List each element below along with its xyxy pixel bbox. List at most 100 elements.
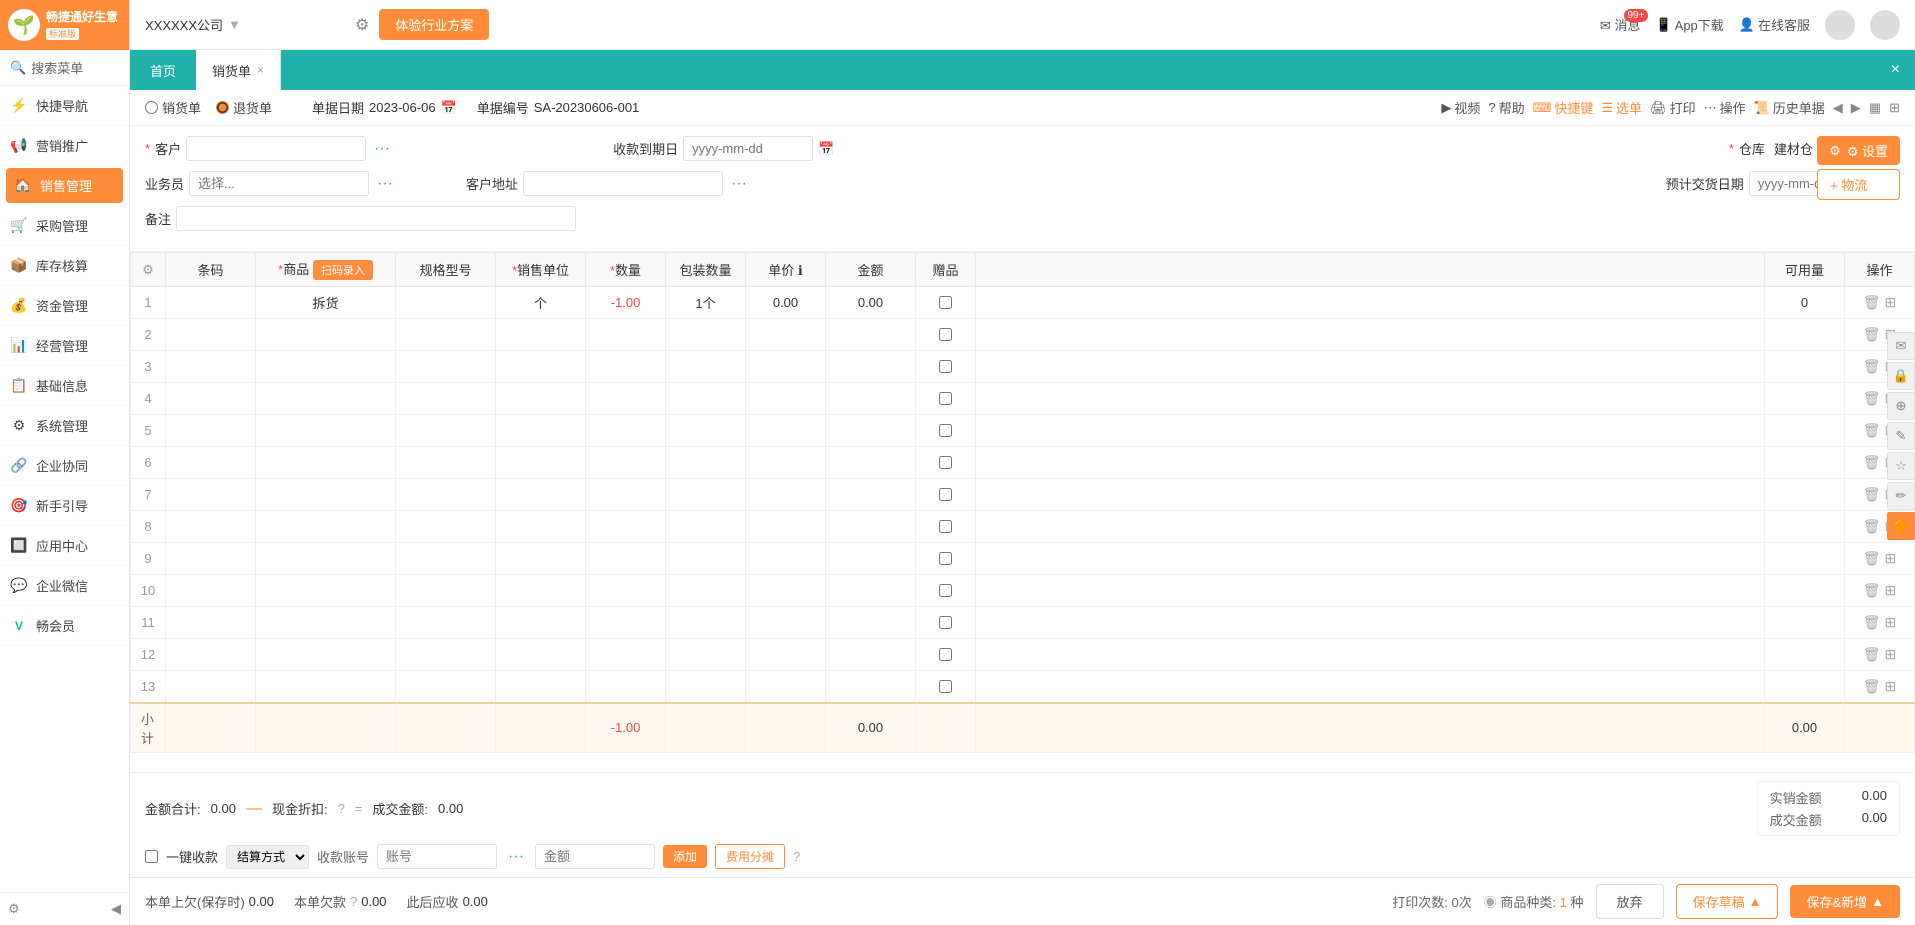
row-spec[interactable] — [396, 287, 496, 319]
copy-row-btn[interactable]: ⊞ — [1885, 550, 1897, 567]
nav-next-icon[interactable]: ▶ — [1851, 100, 1861, 116]
save-new-btn[interactable]: 保存&新增 ▲ — [1790, 885, 1900, 918]
sidebar-item-quick-nav[interactable]: ⚡ 快捷导航 — [0, 86, 129, 126]
message-btn[interactable]: ✉ 消息 99+ — [1600, 15, 1641, 34]
row-unit[interactable] — [496, 351, 586, 383]
row-barcode[interactable] — [166, 639, 256, 671]
list-view-icon[interactable]: ▦ — [1869, 100, 1881, 116]
float-plus-btn[interactable]: ⊕ — [1887, 392, 1915, 420]
customer-input[interactable] — [186, 136, 366, 161]
row-price[interactable] — [746, 415, 826, 447]
row-gift[interactable] — [916, 479, 976, 511]
row-price[interactable]: 0.00 — [746, 287, 826, 319]
calc-method-select[interactable]: 结算方式 — [226, 845, 309, 869]
row-product[interactable]: 拆货 — [256, 287, 396, 319]
delete-row-btn[interactable]: 🗑 — [1863, 326, 1881, 343]
amount-input[interactable] — [535, 844, 655, 869]
save-draft-btn[interactable]: 保存草稿 ▲ — [1676, 884, 1779, 919]
row-spec[interactable] — [396, 319, 496, 351]
payment-help-icon[interactable]: ? — [793, 849, 800, 864]
row-qty[interactable]: -1.00 — [586, 287, 666, 319]
row-spec[interactable] — [396, 671, 496, 703]
row-unit[interactable] — [496, 511, 586, 543]
trial-button[interactable]: 体验行业方案 — [379, 9, 489, 40]
row-barcode[interactable] — [166, 415, 256, 447]
avatar-dropdown[interactable] — [1870, 10, 1900, 40]
sidebar-item-finance[interactable]: 💰 资金管理 — [0, 286, 129, 326]
copy-row-btn[interactable]: ⊞ — [1885, 614, 1897, 631]
row-barcode[interactable] — [166, 607, 256, 639]
sidebar-item-base-info[interactable]: 📋 基础信息 — [0, 366, 129, 406]
expense-btn[interactable]: 费用分摊 — [715, 844, 785, 869]
gear-icon[interactable]: ⚙ — [355, 15, 369, 35]
addr-more-btn[interactable]: ··· — [728, 175, 750, 193]
row-unit[interactable] — [496, 415, 586, 447]
row-product[interactable] — [256, 543, 396, 575]
row-barcode[interactable] — [166, 287, 256, 319]
row-product[interactable] — [256, 479, 396, 511]
row-product[interactable] — [256, 575, 396, 607]
row-product[interactable] — [256, 351, 396, 383]
row-unit[interactable] — [496, 479, 586, 511]
copy-row-btn[interactable]: ⊞ — [1885, 678, 1897, 695]
float-edit-btn[interactable]: ✎ — [1887, 422, 1915, 450]
sidebar-item-enterprise[interactable]: 🔗 企业协同 — [0, 446, 129, 486]
tab-home[interactable]: 首页 — [130, 50, 196, 90]
row-gift[interactable] — [916, 511, 976, 543]
row-price[interactable] — [746, 671, 826, 703]
float-star-btn[interactable]: ☆ — [1887, 452, 1915, 480]
row-product[interactable] — [256, 639, 396, 671]
row-product[interactable] — [256, 607, 396, 639]
window-close-btn[interactable]: × — [1876, 61, 1915, 79]
row-barcode[interactable] — [166, 511, 256, 543]
receipt-date-input[interactable] — [683, 136, 813, 161]
delete-row-btn[interactable]: 🗑 — [1863, 678, 1881, 695]
row-product[interactable] — [256, 447, 396, 479]
help-icon-balance[interactable]: ? — [350, 894, 357, 909]
nav-prev-icon[interactable]: ◀ — [1833, 100, 1843, 116]
abandon-btn[interactable]: 放弃 — [1596, 884, 1664, 919]
print-btn[interactable]: 🖨 打印 — [1650, 98, 1696, 117]
delete-row-btn[interactable]: 🗑 — [1863, 390, 1881, 407]
row-gift[interactable] — [916, 671, 976, 703]
product-kind-icon[interactable]: ◉ — [1484, 895, 1497, 910]
row-barcode[interactable] — [166, 319, 256, 351]
row-price[interactable] — [746, 511, 826, 543]
row-unit[interactable] — [496, 671, 586, 703]
row-spec[interactable] — [396, 511, 496, 543]
copy-row-btn[interactable]: ⊞ — [1885, 294, 1897, 311]
remark-input[interactable] — [176, 206, 576, 231]
delete-row-btn[interactable]: 🗑 — [1863, 614, 1881, 631]
row-gift[interactable] — [916, 447, 976, 479]
th-settings[interactable]: ⚙ — [131, 253, 166, 287]
sale-radio[interactable] — [145, 101, 158, 114]
row-unit[interactable]: 个 — [496, 287, 586, 319]
float-lock-btn[interactable]: 🔒 — [1887, 362, 1915, 390]
delete-row-btn[interactable]: 🗑 — [1863, 422, 1881, 439]
row-gift[interactable] — [916, 351, 976, 383]
row-spec[interactable] — [396, 607, 496, 639]
sidebar-item-inventory[interactable]: 📦 库存核算 — [0, 246, 129, 286]
salesperson-more-btn[interactable]: ··· — [374, 175, 396, 193]
row-gift[interactable] — [916, 639, 976, 671]
scan-btn[interactable]: 扫码录入 — [313, 260, 373, 280]
salesperson-input[interactable] — [189, 171, 369, 196]
row-qty[interactable] — [586, 671, 666, 703]
row-unit[interactable] — [496, 575, 586, 607]
help-circle-icon[interactable]: ? — [338, 801, 345, 816]
row-product[interactable] — [256, 671, 396, 703]
row-qty[interactable] — [586, 639, 666, 671]
row-qty[interactable] — [586, 447, 666, 479]
account-input[interactable] — [377, 844, 497, 869]
operation-btn[interactable]: ⋯ 操作 — [1704, 98, 1746, 117]
row-qty[interactable] — [586, 575, 666, 607]
tab-close-icon[interactable]: × — [257, 63, 264, 77]
app-download-btn[interactable]: 📱 App下载 — [1655, 15, 1723, 34]
sidebar-item-guide[interactable]: 🎯 新手引导 — [0, 486, 129, 526]
row-qty[interactable] — [586, 415, 666, 447]
row-price[interactable] — [746, 351, 826, 383]
return-radio[interactable] — [216, 101, 229, 114]
row-unit[interactable] — [496, 447, 586, 479]
account-more-btn[interactable]: ··· — [505, 848, 527, 866]
row-barcode[interactable] — [166, 479, 256, 511]
